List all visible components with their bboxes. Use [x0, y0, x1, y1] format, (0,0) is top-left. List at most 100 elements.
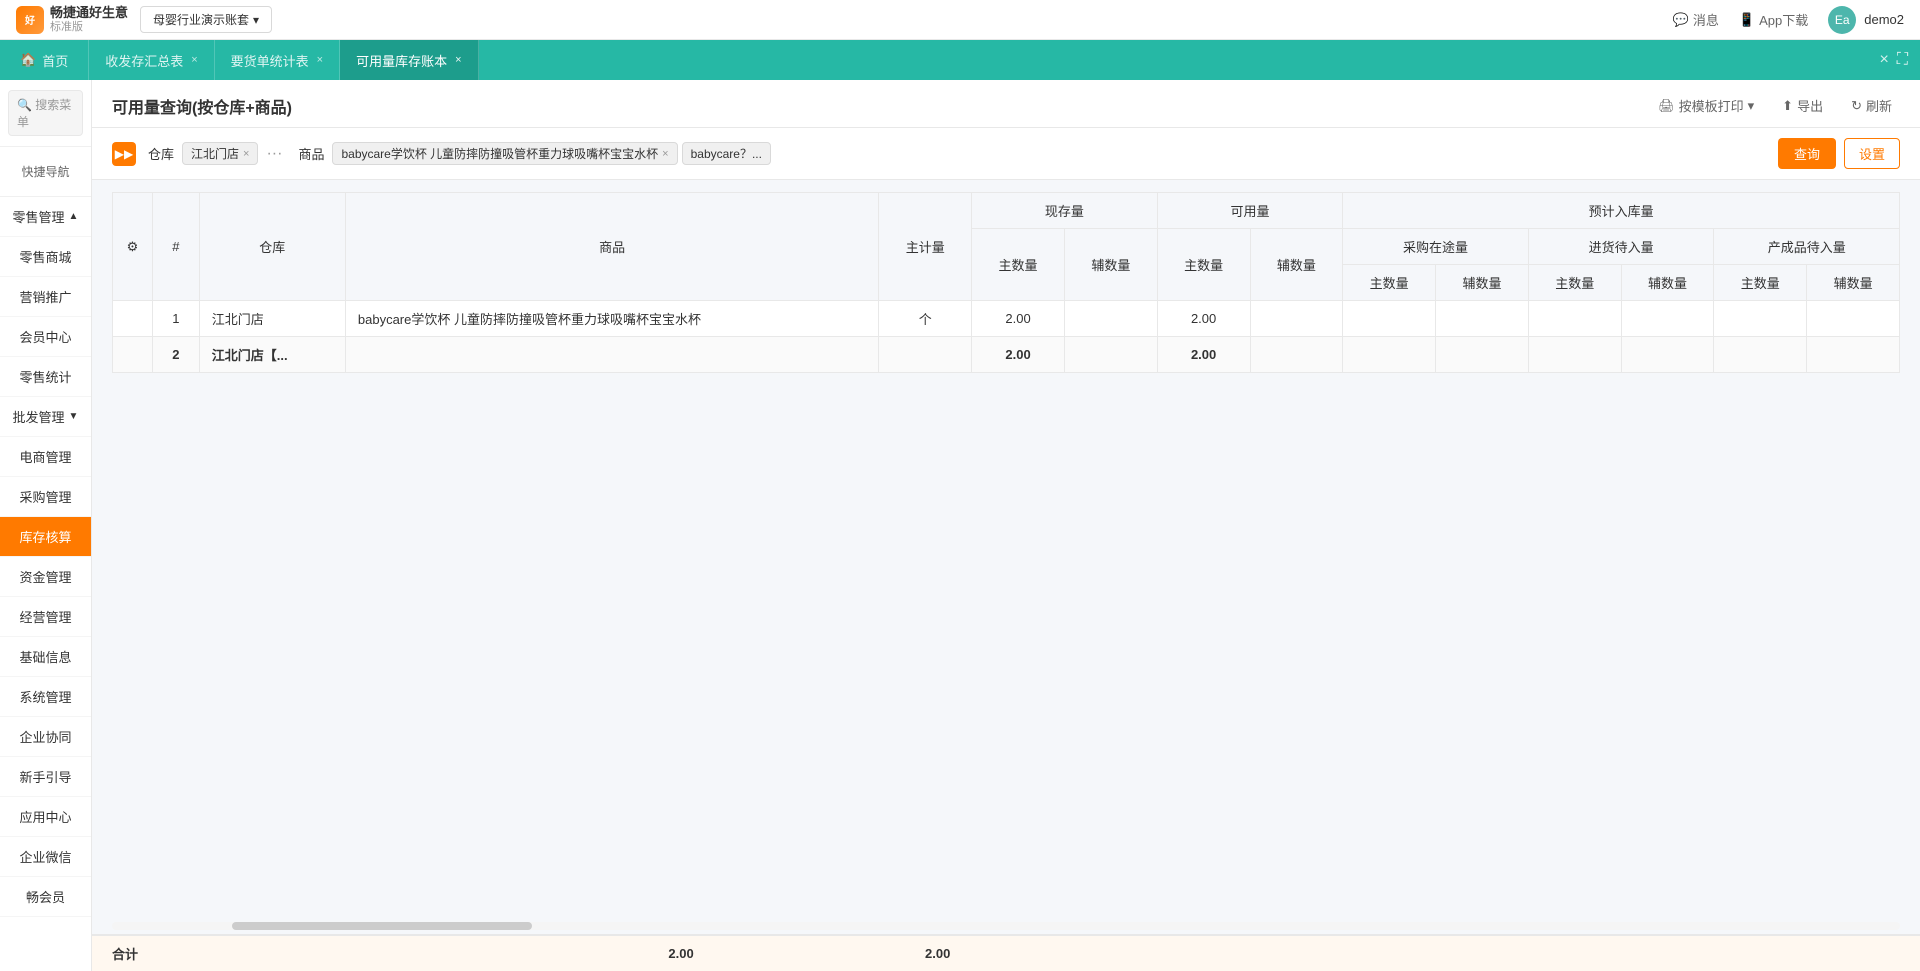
row-avail-main: 2.00 — [1157, 301, 1250, 337]
industry-selector[interactable]: 母婴行业演示账套 ▾ — [140, 6, 272, 33]
print-button[interactable]: 🖨 按模板打印 ▾ — [1650, 92, 1762, 119]
footer-current-main: 2.00 — [617, 946, 745, 961]
sidebar-item-wholesale-mgmt[interactable]: 批发管理 ▼ — [0, 397, 91, 437]
current-main-header: 主数量 — [972, 229, 1065, 301]
footer-production-aux — [1772, 946, 1900, 961]
remove-product-tag1-icon[interactable]: × — [662, 148, 668, 160]
purchase-main-header: 主数量 — [1343, 265, 1436, 301]
top-bar-right: 💬 消息 📱 App下载 Ea demo2 — [1673, 6, 1904, 34]
row-avail-main: 2.00 — [1157, 337, 1250, 373]
incoming-aux-header: 辅数量 — [1621, 265, 1714, 301]
row-purchase-aux — [1436, 337, 1529, 373]
page-actions: 🖨 按模板打印 ▾ ⬆ 导出 ↻ 刷新 — [1650, 92, 1900, 119]
sidebar-item-member[interactable]: 会员中心 — [0, 317, 91, 357]
table-row: 2 江北门店【... 2.00 2.00 — [113, 337, 1900, 373]
download-icon: 📱 — [1739, 12, 1755, 28]
sidebar-item-base-info[interactable]: 基础信息 — [0, 637, 91, 677]
top-bar: 好 畅捷通好生意 标准版 母婴行业演示账套 ▾ 💬 消息 📱 App下载 Ea … — [0, 0, 1920, 40]
sidebar-menu: 零售管理 ▲ 零售商城 营销推广 会员中心 零售统计 批发管理 ▼ 电商管理 — [0, 197, 91, 917]
sidebar-item-wechat[interactable]: 企业微信 — [0, 837, 91, 877]
sidebar-item-retail-mgmt[interactable]: 零售管理 ▲ — [0, 197, 91, 237]
tab-requisition[interactable]: 要货单统计表 × — [215, 40, 340, 80]
expand-arrow-icon: ▼ — [69, 411, 79, 422]
footer-purchase-aux — [1258, 946, 1386, 961]
sidebar-item-inventory[interactable]: 库存核算 — [0, 517, 91, 557]
purchase-aux-header: 辅数量 — [1436, 265, 1529, 301]
export-icon: ⬆ — [1782, 98, 1793, 114]
table-row: 1 江北门店 babycare学饮杯 儿童防摔防撞吸管杯重力球吸嘴杯宝宝水杯 个… — [113, 301, 1900, 337]
export-button[interactable]: ⬆ 导出 — [1774, 92, 1831, 119]
sidebar-item-retail-stats[interactable]: 零售统计 — [0, 357, 91, 397]
sidebar-item-app-center[interactable]: 应用中心 — [0, 797, 91, 837]
sidebar: 🔍 搜索菜单 快捷导航 零售管理 ▲ 零售商城 营销推广 会员中心 零售统计 批 — [0, 80, 92, 971]
row-product: babycare学饮杯 儿童防摔防撞吸管杯重力球吸嘴杯宝宝水杯 — [345, 301, 879, 337]
product-label: 商品 — [298, 144, 324, 163]
avail-aux-header: 辅数量 — [1250, 229, 1343, 301]
row-index: 1 — [153, 301, 200, 337]
purchase-transit-header: 采购在途量 — [1343, 229, 1529, 265]
sidebar-item-vip[interactable]: 畅会员 — [0, 877, 91, 917]
row-current-aux — [1064, 337, 1157, 373]
sidebar-item-retail-mall[interactable]: 零售商城 — [0, 237, 91, 277]
footer-avail-aux — [1002, 946, 1130, 961]
unit-column-header: 主计量 — [879, 193, 972, 301]
tab-bar: 🏠 首页 收发存汇总表 × 要货单统计表 × 可用量库存账本 × × ⛶ — [0, 40, 1920, 80]
row-unit — [879, 337, 972, 373]
fullscreen-icon[interactable]: ⛶ — [1897, 51, 1908, 69]
table-footer: 合计 2.00 2.00 — [92, 934, 1920, 971]
table-container: ⚙ # 仓库 商品 主计量 现存量 可用量 预计入库量 主数量 辅数量 主数量 … — [92, 180, 1920, 922]
tab-home[interactable]: 🏠 首页 — [0, 40, 89, 80]
message-button[interactable]: 💬 消息 — [1673, 10, 1719, 29]
tab-receipts[interactable]: 收发存汇总表 × — [89, 40, 214, 80]
row-current-aux — [1064, 301, 1157, 337]
footer-incoming-main — [1387, 946, 1515, 961]
sidebar-item-enterprise[interactable]: 企业协同 — [0, 717, 91, 757]
row-purchase-main — [1343, 337, 1436, 373]
refresh-button[interactable]: ↻ 刷新 — [1843, 92, 1900, 119]
tab-available[interactable]: 可用量库存账本 × — [340, 40, 478, 80]
row-gear[interactable] — [113, 337, 153, 373]
row-purchase-main — [1343, 301, 1436, 337]
sidebar-item-quick-nav[interactable]: 快捷导航 — [0, 155, 91, 188]
row-production-main — [1714, 301, 1807, 337]
sidebar-item-system[interactable]: 系统管理 — [0, 677, 91, 717]
page-header: 可用量查询(按仓库+商品) 🖨 按模板打印 ▾ ⬆ 导出 ↻ 刷新 — [92, 80, 1920, 128]
close-icon[interactable]: × — [191, 54, 197, 66]
app-logo-icon: 好 — [16, 6, 44, 34]
search-menu-button[interactable]: 🔍 搜索菜单 — [8, 90, 83, 136]
top-bar-left: 好 畅捷通好生意 标准版 母婴行业演示账套 ▾ — [16, 5, 272, 34]
warehouse-more-icon[interactable]: ··· — [262, 145, 286, 163]
horizontal-scrollbar[interactable] — [112, 922, 1900, 930]
query-button[interactable]: 查询 — [1778, 138, 1836, 169]
close-all-icon[interactable]: × — [1879, 51, 1888, 69]
app-download-button[interactable]: 📱 App下载 — [1739, 10, 1808, 29]
warehouse-tag[interactable]: 江北门店 × — [182, 142, 258, 165]
remove-warehouse-tag-icon[interactable]: × — [243, 148, 249, 160]
sidebar-item-newbie[interactable]: 新手引导 — [0, 757, 91, 797]
product-tag-1[interactable]: babycare学饮杯 儿童防摔防撞吸管杯重力球吸嘴杯宝宝水杯 × — [332, 142, 677, 165]
row-incoming-main — [1528, 301, 1621, 337]
row-production-main — [1714, 337, 1807, 373]
close-icon[interactable]: × — [455, 54, 461, 66]
sidebar-item-marketing[interactable]: 营销推广 — [0, 277, 91, 317]
sidebar-item-finance[interactable]: 资金管理 — [0, 557, 91, 597]
gear-column-header[interactable]: ⚙ — [113, 193, 153, 301]
warehouse-tags: 江北门店 × ··· — [182, 142, 286, 165]
content-area: 可用量查询(按仓库+商品) 🖨 按模板打印 ▾ ⬆ 导出 ↻ 刷新 ▶▶ — [92, 80, 1920, 971]
data-table: ⚙ # 仓库 商品 主计量 现存量 可用量 预计入库量 主数量 辅数量 主数量 … — [112, 192, 1900, 373]
current-aux-header: 辅数量 — [1064, 229, 1157, 301]
filter-toggle-button[interactable]: ▶▶ — [112, 142, 136, 166]
row-gear[interactable] — [113, 301, 153, 337]
sidebar-item-purchase[interactable]: 采购管理 — [0, 477, 91, 517]
avatar: Ea — [1828, 6, 1856, 34]
product-tag-2[interactable]: babycare？... — [682, 142, 771, 165]
footer-avail-main: 2.00 — [874, 946, 1002, 961]
close-icon[interactable]: × — [317, 54, 323, 66]
user-area[interactable]: Ea demo2 — [1828, 6, 1904, 34]
setting-button[interactable]: 设置 — [1844, 138, 1900, 169]
scrollbar-thumb[interactable] — [232, 922, 532, 930]
sidebar-item-operations[interactable]: 经营管理 — [0, 597, 91, 637]
row-purchase-aux — [1436, 301, 1529, 337]
avail-main-header: 主数量 — [1157, 229, 1250, 301]
sidebar-item-ecommerce[interactable]: 电商管理 — [0, 437, 91, 477]
